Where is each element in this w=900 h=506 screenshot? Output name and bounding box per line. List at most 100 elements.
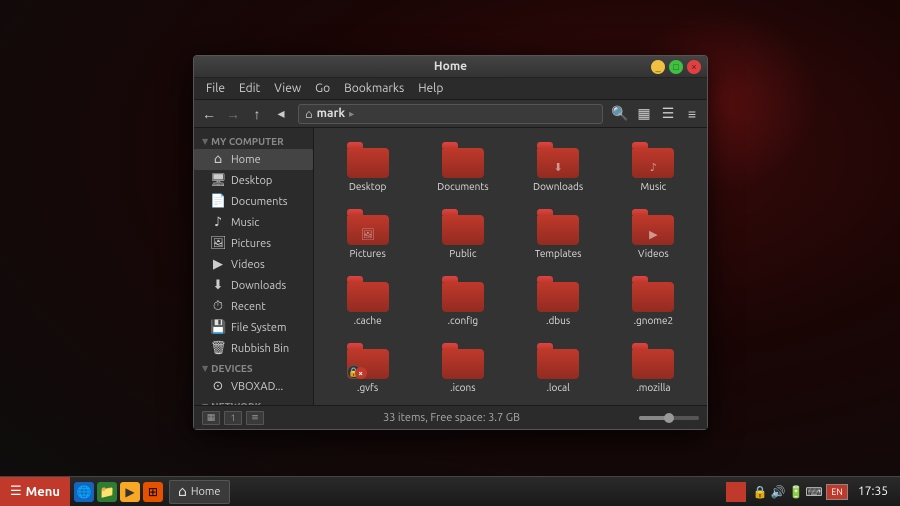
file-label-pictures: Pictures xyxy=(349,248,385,260)
file-label-templates: Templates xyxy=(535,248,582,260)
search-button[interactable]: 🔍 xyxy=(609,103,631,125)
file-item-desktop[interactable]: Desktop xyxy=(322,136,413,199)
sidebar-section-devices[interactable]: ▼ Devices xyxy=(194,359,313,376)
file-item-documents[interactable]: Documents xyxy=(417,136,508,199)
folder-icon-public xyxy=(442,209,484,245)
menu-go[interactable]: Go xyxy=(309,80,336,97)
menu-bookmarks[interactable]: Bookmarks xyxy=(338,80,410,97)
close-button[interactable]: × xyxy=(687,60,701,74)
sidebar-item-recent[interactable]: ⏱ Recent xyxy=(194,296,313,317)
sidebar-item-pictures[interactable]: 🖼 Pictures xyxy=(194,233,313,254)
language-indicator[interactable]: EN xyxy=(826,484,848,500)
sb-icon-2[interactable]: 1 xyxy=(224,411,242,425)
pictures-icon: 🖼 xyxy=(210,236,226,251)
downloads-icon: ⬇ xyxy=(210,278,226,293)
sb-icon-3[interactable]: ≡ xyxy=(246,411,264,425)
taskbar-icon-files[interactable]: 📁 xyxy=(97,482,117,502)
up-button[interactable]: ↑ xyxy=(246,103,268,125)
file-item-music[interactable]: ♪ Music xyxy=(608,136,699,199)
x-badge: × xyxy=(355,367,367,379)
content-area: Desktop Documents ⬇ xyxy=(314,128,707,405)
section-arrow-mycomputer: ▼ xyxy=(202,137,208,146)
taskbar-icon-other[interactable]: ⊞ xyxy=(143,482,163,502)
rubbishbin-icon: 🗑 xyxy=(210,341,226,356)
compact-view-button[interactable]: ≡ xyxy=(681,103,703,125)
sidebar-item-desktop[interactable]: 🖥 Desktop xyxy=(194,170,313,191)
back-button[interactable]: ← xyxy=(198,103,220,125)
sidebar-label-documents: Documents xyxy=(231,196,288,208)
file-item-dbus[interactable]: .dbus xyxy=(513,270,604,333)
desktop-icon: 🖥 xyxy=(210,173,226,188)
sidebar-section-mycomputer[interactable]: ▼ My Computer xyxy=(194,132,313,149)
folder-icon-desktop xyxy=(347,142,389,178)
path-arrow: ▸ xyxy=(349,108,354,120)
file-label-config: .config xyxy=(448,315,479,327)
folder-icon-music: ♪ xyxy=(632,142,674,178)
zoom-slider[interactable] xyxy=(639,416,699,420)
sidebar-label-vbox: VBOXAD... xyxy=(231,381,283,393)
documents-icon: 📄 xyxy=(210,194,226,209)
taskbar: ☰ Menu 🌐 📁 ▶ ⊞ ⌂ Home 🔒 🔊 🔋 ⌨ EN 17:35 xyxy=(0,476,900,506)
file-item-cache[interactable]: .cache xyxy=(322,270,413,333)
list-view-button[interactable]: ☰ xyxy=(657,103,679,125)
folder-icon-icons xyxy=(442,343,484,379)
file-label-videos: Videos xyxy=(638,248,669,260)
file-item-local[interactable]: .local xyxy=(513,337,604,400)
file-item-public[interactable]: Public xyxy=(417,203,508,266)
menu-help[interactable]: Help xyxy=(412,80,449,97)
sidebar-item-music[interactable]: ♪ Music xyxy=(194,212,313,233)
folder-icon-mozilla xyxy=(632,343,674,379)
file-item-mozilla[interactable]: .mozilla xyxy=(608,337,699,400)
sidebar-item-vbox[interactable]: ⊙ VBOXAD... xyxy=(194,376,313,397)
file-item-gvfs[interactable]: 🔒 × .gvfs xyxy=(322,337,413,400)
file-label-icons: .icons xyxy=(450,382,475,394)
taskbar-icon-browser[interactable]: 🌐 xyxy=(74,482,94,502)
section-arrow-devices: ▼ xyxy=(202,364,208,373)
taskbar-menu-button[interactable]: ☰ Menu xyxy=(0,477,70,506)
taskbar-app-home[interactable]: ⌂ Home xyxy=(169,480,230,504)
window-controls: _ □ × xyxy=(651,60,701,74)
taskbar-icon-media[interactable]: ▶ xyxy=(120,482,140,502)
taskbar-right: 🔒 🔊 🔋 ⌨ EN 17:35 xyxy=(724,482,900,502)
clock: 17:35 xyxy=(852,485,894,498)
file-label-cache: .cache xyxy=(354,315,382,327)
sidebar-item-documents[interactable]: 📄 Documents xyxy=(194,191,313,212)
sidebar-label-videos: Videos xyxy=(231,259,265,271)
file-item-templates[interactable]: Templates xyxy=(513,203,604,266)
menu-view[interactable]: View xyxy=(268,80,307,97)
sidebar-item-filesystem[interactable]: 💾 File System xyxy=(194,317,313,338)
sidebar-item-home[interactable]: ⌂ Home xyxy=(194,149,313,170)
file-label-desktop: Desktop xyxy=(349,181,387,193)
maximize-button[interactable]: □ xyxy=(669,60,683,74)
sidebar-label-filesystem: File System xyxy=(231,322,287,334)
recent-icon: ⏱ xyxy=(210,299,226,314)
path-bar[interactable]: ⌂ mark ▸ xyxy=(298,104,603,124)
file-item-pictures[interactable]: 🖼 Pictures xyxy=(322,203,413,266)
minimize-button[interactable]: _ xyxy=(651,60,665,74)
file-label-documents: Documents xyxy=(437,181,488,193)
folder-icon-videos: ▶ xyxy=(632,209,674,245)
left-arrow-button[interactable]: ◂ xyxy=(270,103,292,125)
file-item-icons[interactable]: .icons xyxy=(417,337,508,400)
forward-button[interactable]: → xyxy=(222,103,244,125)
folder-icon-local xyxy=(537,343,579,379)
section-label-devices: Devices xyxy=(211,363,252,374)
sidebar-item-rubbishbin[interactable]: 🗑 Rubbish Bin xyxy=(194,338,313,359)
folder-icon-gnome2 xyxy=(632,276,674,312)
file-item-gnome2[interactable]: .gnome2 xyxy=(608,270,699,333)
zoom-bar xyxy=(639,416,699,420)
sidebar-label-rubbishbin: Rubbish Bin xyxy=(231,343,289,355)
sidebar-section-network[interactable]: ▼ Network xyxy=(194,397,313,405)
statusbar-info: 33 items, Free space: 3.7 GB xyxy=(383,412,520,424)
icon-view-button[interactable]: ▦ xyxy=(633,103,655,125)
file-item-config[interactable]: .config xyxy=(417,270,508,333)
sb-icon-1[interactable]: ▦ xyxy=(202,411,220,425)
file-item-videos[interactable]: ▶ Videos xyxy=(608,203,699,266)
menu-edit[interactable]: Edit xyxy=(233,80,266,97)
file-label-gnome2: .gnome2 xyxy=(634,315,674,327)
sidebar-item-videos[interactable]: ▶ Videos xyxy=(194,254,313,275)
file-item-downloads[interactable]: ⬇ Downloads xyxy=(513,136,604,199)
sidebar-item-downloads[interactable]: ⬇ Downloads xyxy=(194,275,313,296)
menu-file[interactable]: File xyxy=(200,80,231,97)
statusbar: ▦ 1 ≡ 33 items, Free space: 3.7 GB xyxy=(194,405,707,429)
